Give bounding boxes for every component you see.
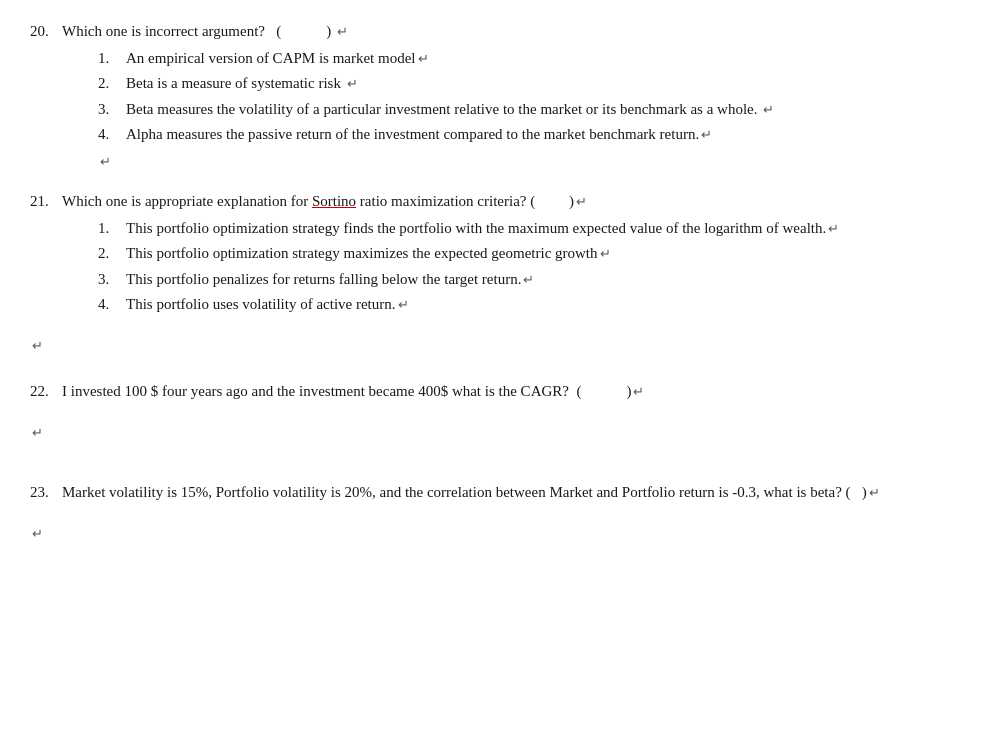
question-20: 20. Which one is incorrect argument? ( )…	[30, 20, 966, 172]
q21-option-4: 4. This portfolio uses volatility of act…	[98, 293, 966, 316]
q22-number: 22.	[30, 380, 62, 403]
q21-opt4-num: 4.	[98, 293, 126, 316]
q21-option-1: 1. This portfolio optimization strategy …	[98, 217, 966, 240]
q21-opt1-num: 1.	[98, 217, 126, 240]
q20-opt1-text: An empirical version of CAPM is market m…	[126, 47, 966, 70]
q21-text: Which one is appropriate explanation for…	[62, 190, 966, 213]
spacer-1	[30, 364, 966, 380]
q20-opt3-num: 3.	[98, 98, 126, 121]
question-23: 23. Market volatility is 15%, Portfolio …	[30, 481, 966, 504]
q20-opt3-text: Beta measures the volatility of a partic…	[126, 98, 966, 121]
q20-text: Which one is incorrect argument? ( ) ↵	[62, 20, 966, 43]
question-21: 21. Which one is appropriate explanation…	[30, 190, 966, 316]
q21-opt3-text: This portfolio penalizes for returns fal…	[126, 268, 966, 291]
q20-opt4-text: Alpha measures the passive return of the…	[126, 123, 966, 146]
q21-opt2-text: This portfolio optimization strategy max…	[126, 242, 966, 265]
spacer-return-2: ↵	[32, 425, 43, 440]
q21-options: 1. This portfolio optimization strategy …	[98, 217, 966, 316]
q20-option-2: 2. Beta is a measure of systematic risk …	[98, 72, 966, 95]
q20-option-4: 4. Alpha measures the passive return of …	[98, 123, 966, 146]
q20-number: 20.	[30, 20, 62, 43]
q20-options: 1. An empirical version of CAPM is marke…	[98, 47, 966, 146]
q23-text: Market volatility is 15%, Portfolio vola…	[62, 481, 966, 504]
trailing-return: ↵	[32, 526, 43, 541]
question-21-line: 21. Which one is appropriate explanation…	[30, 190, 966, 213]
q21-opt3-num: 3.	[98, 268, 126, 291]
q20-return: ↵	[337, 24, 348, 39]
q21-opt2-num: 2.	[98, 242, 126, 265]
q21-option-3: 3. This portfolio penalizes for returns …	[98, 268, 966, 291]
question-20-line: 20. Which one is incorrect argument? ( )…	[30, 20, 966, 43]
q21-opt1-text: This portfolio optimization strategy fin…	[126, 217, 966, 240]
q20-opt4-num: 4.	[98, 123, 126, 146]
q22-text: I invested 100 $ four years ago and the …	[62, 380, 966, 403]
q20-opt2-text: Beta is a measure of systematic risk ↵	[126, 72, 966, 95]
q21-sortino-word: Sortino	[312, 193, 356, 209]
spacer-return-1: ↵	[32, 338, 43, 353]
q20-opt2-num: 2.	[98, 72, 126, 95]
q20-trailing-return: ↵	[100, 154, 111, 169]
question-22-line: 22. I invested 100 $ four years ago and …	[30, 380, 966, 403]
question-23-line: 23. Market volatility is 15%, Portfolio …	[30, 481, 966, 504]
q20-option-1: 1. An empirical version of CAPM is marke…	[98, 47, 966, 70]
spacer-3	[30, 465, 966, 481]
spacer-2	[30, 449, 966, 465]
q23-number: 23.	[30, 481, 62, 504]
page-content: 20. Which one is incorrect argument? ( )…	[30, 20, 966, 544]
q21-opt4-text: This portfolio uses volatility of active…	[126, 293, 966, 316]
question-22: 22. I invested 100 $ four years ago and …	[30, 380, 966, 403]
q20-option-3: 3. Beta measures the volatility of a par…	[98, 98, 966, 121]
q21-number: 21.	[30, 190, 62, 213]
q20-opt1-num: 1.	[98, 47, 126, 70]
q21-option-2: 2. This portfolio optimization strategy …	[98, 242, 966, 265]
